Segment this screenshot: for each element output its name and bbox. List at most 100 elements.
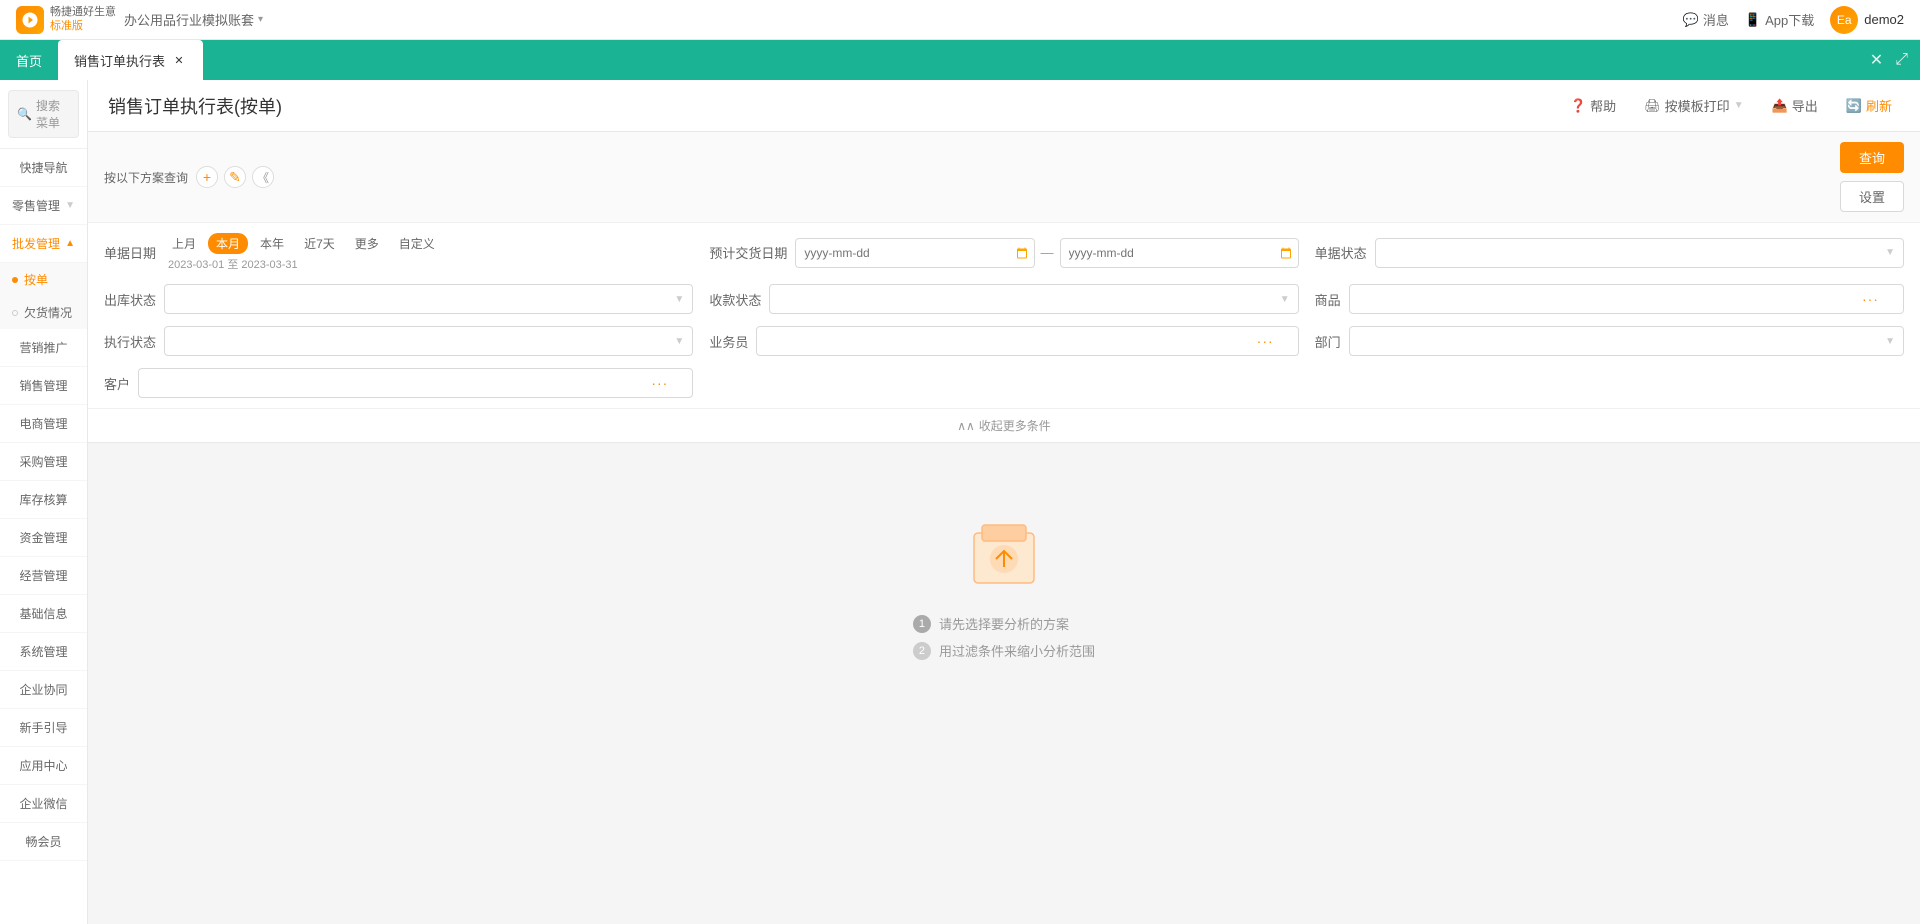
empty-text-1: 1 请先选择要分析的方案 xyxy=(913,614,1095,633)
print-icon: 🖨 xyxy=(1644,98,1661,114)
exec-arrow-icon: ▼ xyxy=(674,336,684,347)
scheme-actions: + ✎ 《 xyxy=(196,166,274,188)
empty-svg-icon xyxy=(954,503,1054,603)
expected-date-end[interactable] xyxy=(1060,238,1299,268)
home-tab-label: 首页 xyxy=(16,51,42,70)
empty-messages: 1 请先选择要分析的方案 2 用过滤条件来缩小分析范围 xyxy=(913,614,1095,660)
tab-home[interactable]: 首页 xyxy=(0,40,58,80)
settings-button[interactable]: 设置 xyxy=(1840,181,1904,212)
query-button[interactable]: 查询 xyxy=(1840,142,1904,173)
logo-area: 畅捷通好生意 标准版 xyxy=(16,6,116,34)
expected-date-start[interactable] xyxy=(795,238,1034,268)
tab-sales-orders[interactable]: 销售订单执行表 ✕ xyxy=(58,40,203,80)
inactive-dot-icon xyxy=(12,310,18,316)
customer-label: 客户 xyxy=(104,374,130,393)
out-stock-arrow-icon: ▼ xyxy=(674,294,684,305)
sidebar-item-system[interactable]: 系统管理 xyxy=(0,633,87,671)
date-tab-current-month[interactable]: 本月 xyxy=(208,233,248,254)
add-scheme-icon: + xyxy=(203,169,211,185)
goods-multi-select[interactable]: ··· xyxy=(1349,284,1904,314)
add-scheme-button[interactable]: + xyxy=(196,166,218,188)
message-icon: 💬 xyxy=(1683,12,1699,28)
sidebar-item-enterprise-wechat[interactable]: 企业微信 xyxy=(0,785,87,823)
customer-multi-select[interactable]: ··· xyxy=(138,368,693,398)
breadcrumb-arrow-icon: ▾ xyxy=(258,14,263,25)
sidebar-item-new-guide[interactable]: 新手引导 xyxy=(0,709,87,747)
expected-date-label: 预计交货日期 xyxy=(709,243,787,262)
message-button[interactable]: 💬 消息 xyxy=(1683,10,1729,29)
sidebar-item-inventory[interactable]: 库存核算 xyxy=(0,481,87,519)
sidebar-item-quick-nav[interactable]: 快捷导航 xyxy=(0,149,87,187)
sidebar-item-enterprise[interactable]: 企业协同 xyxy=(0,671,87,709)
collapse-up-icon: ∧∧ xyxy=(957,419,975,433)
sidebar-item-basic-info[interactable]: 基础信息 xyxy=(0,595,87,633)
tab-close-all-icon[interactable]: ✕ xyxy=(1870,50,1883,70)
doc-status-field: 单据状态 ▼ xyxy=(1315,238,1904,268)
sidebar-item-operations[interactable]: 经营管理 xyxy=(0,557,87,595)
date-tab-more[interactable]: 更多 xyxy=(347,233,387,254)
sidebar-sub-debt-status[interactable]: 欠货情况 xyxy=(0,296,87,329)
sidebar-item-purchase[interactable]: 采购管理 xyxy=(0,443,87,481)
empty-illustration xyxy=(954,503,1054,606)
user-menu[interactable]: Ea demo2 xyxy=(1830,6,1904,34)
customer-dots-icon: ··· xyxy=(651,375,668,391)
salesman-dots-icon: ··· xyxy=(1257,333,1274,349)
collapse-scheme-button[interactable]: 《 xyxy=(252,166,274,188)
tab-bar-right: ✕ ⤢ xyxy=(1870,50,1920,70)
payment-status-select[interactable]: ▼ xyxy=(769,284,1298,314)
out-stock-select[interactable]: ▼ xyxy=(164,284,693,314)
department-field: 部门 ▼ xyxy=(1315,326,1904,356)
payment-status-label: 收款状态 xyxy=(709,290,761,309)
tab-bar: 首页 销售订单执行表 ✕ ✕ ⤢ xyxy=(0,40,1920,80)
goods-label: 商品 xyxy=(1315,290,1341,309)
doc-status-label: 单据状态 xyxy=(1315,243,1367,262)
date-tab-current-year[interactable]: 本年 xyxy=(252,233,292,254)
date-range-text: 2023-03-01 至 2023-03-31 xyxy=(168,256,693,272)
doc-status-select[interactable]: ▼ xyxy=(1375,238,1904,268)
collapse-bar[interactable]: ∧∧ 收起更多条件 xyxy=(88,408,1920,442)
template-print-button[interactable]: 🖨 按模板打印 ▼ xyxy=(1636,92,1751,119)
date-tab-last-7days[interactable]: 近7天 xyxy=(296,233,343,254)
query-buttons-area: 查询 设置 xyxy=(1840,142,1904,212)
exec-status-select[interactable]: ▼ xyxy=(164,326,693,356)
edit-scheme-icon: ✎ xyxy=(229,169,241,186)
search-icon: 🔍 xyxy=(17,107,32,121)
help-button[interactable]: ❓ 帮助 xyxy=(1562,92,1624,119)
sidebar-item-finance[interactable]: 资金管理 xyxy=(0,519,87,557)
date-filter-label: 单据日期 xyxy=(104,243,156,262)
sidebar-item-marketing[interactable]: 营销推广 xyxy=(0,329,87,367)
edit-scheme-button[interactable]: ✎ xyxy=(224,166,246,188)
logo-icon xyxy=(16,6,44,34)
customer-field: 客户 ··· xyxy=(104,368,693,398)
search-menu-button[interactable]: 🔍 搜索菜单 xyxy=(8,90,79,138)
exec-status-label: 执行状态 xyxy=(104,332,156,351)
empty-text-2: 2 用过滤条件来缩小分析范围 xyxy=(913,641,1095,660)
out-stock-field: 出库状态 ▼ xyxy=(104,284,693,314)
sidebar-item-wholesale[interactable]: 批发管理 ▲ xyxy=(0,225,87,263)
chevron-up-icon: ▲ xyxy=(65,238,75,249)
sidebar-search-area: 🔍 搜索菜单 xyxy=(0,80,87,149)
sidebar-item-ecommerce[interactable]: 电商管理 xyxy=(0,405,87,443)
refresh-button[interactable]: 🔄 刷新 xyxy=(1838,92,1900,119)
department-select[interactable]: ▼ xyxy=(1349,326,1904,356)
date-tab-last-month[interactable]: 上月 xyxy=(164,233,204,254)
export-button[interactable]: 📤 导出 xyxy=(1764,92,1826,119)
content-area: 销售订单执行表(按单) ❓ 帮助 🖨 按模板打印 ▼ 📤 导出 🔄 刷新 xyxy=(88,80,1920,924)
app-download-button[interactable]: 📱 App下载 xyxy=(1745,10,1814,29)
sidebar-item-app-center[interactable]: 应用中心 xyxy=(0,747,87,785)
filter-row-3: 执行状态 ▼ 业务员 ··· xyxy=(104,326,1904,356)
chevron-down-icon: ▼ xyxy=(65,200,75,211)
breadcrumb-dropdown[interactable]: 办公用品行业模拟账套 ▾ xyxy=(124,10,263,29)
date-tab-custom[interactable]: 自定义 xyxy=(391,233,443,254)
collapse-icon: 《 xyxy=(257,169,269,186)
export-icon: 📤 xyxy=(1772,98,1788,114)
sidebar-sub-press-order[interactable]: 按单 xyxy=(0,263,87,296)
sidebar-item-retail[interactable]: 零售管理 ▼ xyxy=(0,187,87,225)
tab-close-icon[interactable]: ✕ xyxy=(171,52,187,68)
date-filter-field: 单据日期 上月 本月 本年 近7天 更多 自定义 2023-03-01 至 20… xyxy=(104,233,693,272)
dept-arrow-icon: ▼ xyxy=(1885,336,1895,347)
sidebar-item-sales[interactable]: 销售管理 xyxy=(0,367,87,405)
tab-expand-icon[interactable]: ⤢ xyxy=(1895,51,1908,69)
sidebar-item-vip[interactable]: 畅会员 xyxy=(0,823,87,861)
salesman-multi-select[interactable]: ··· xyxy=(756,326,1298,356)
